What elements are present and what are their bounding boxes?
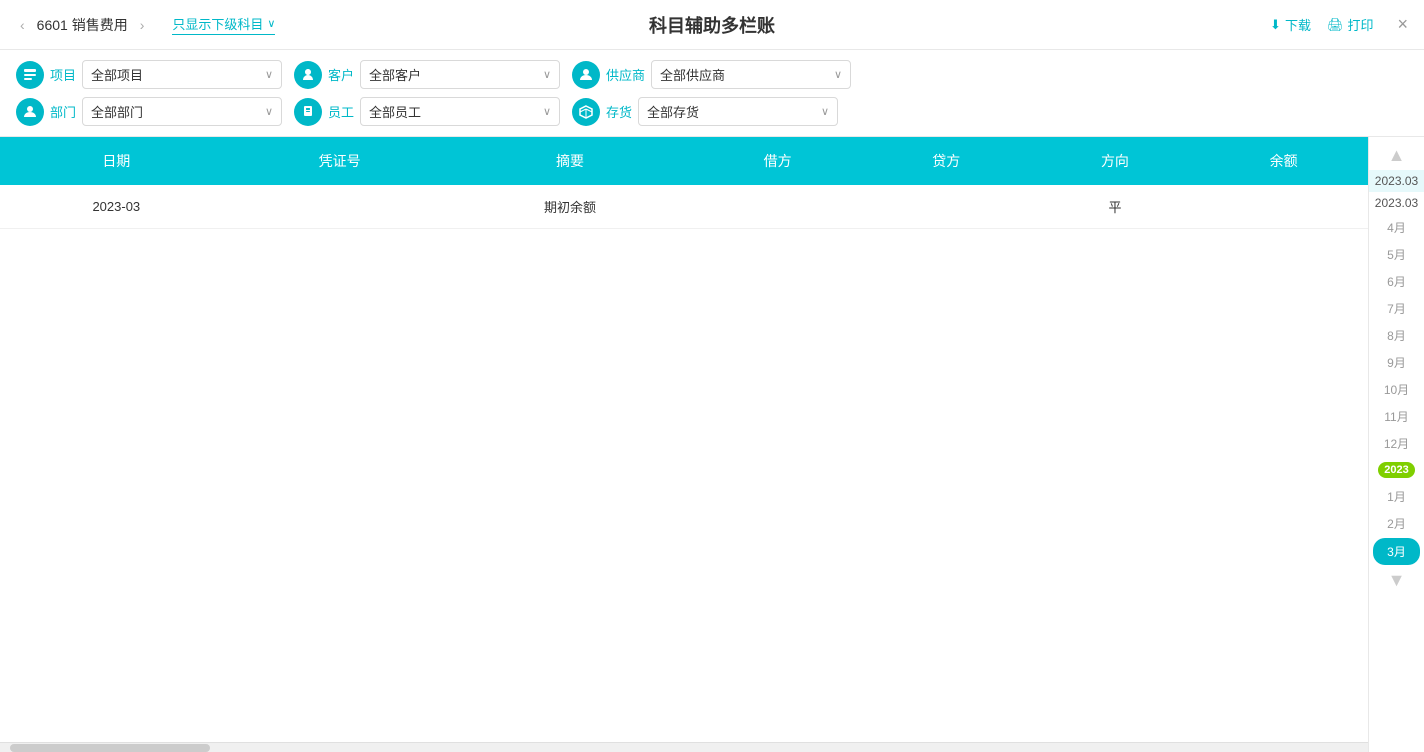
cell-balance xyxy=(1199,185,1368,229)
timeline-month-6[interactable]: 6月 xyxy=(1369,268,1424,295)
title-bar-right: ⬇ 下载 🖨 打印 × xyxy=(1270,14,1408,35)
col-credit: 贷方 xyxy=(862,137,1031,185)
filter-item-supplier: 供应商 全部供应商 ∨ xyxy=(572,60,851,89)
filter-item-customer: 客户 全部客户 ∨ xyxy=(294,60,560,89)
horizontal-scrollbar[interactable] xyxy=(0,742,1368,752)
period-label-2[interactable]: 2023.03 xyxy=(1369,192,1424,214)
filter-item-employee: 员工 全部员工 ∨ xyxy=(294,97,560,126)
timeline-month-7[interactable]: 7月 xyxy=(1369,295,1424,322)
show-sub-label: 只显示下级科目 xyxy=(172,14,263,33)
print-icon: 🖨 xyxy=(1327,17,1344,33)
timeline-sidebar: ▲ 2023.03 2023.03 4月 5月 6月 7月 8月 9月 10月 … xyxy=(1368,137,1424,752)
download-button[interactable]: ⬇ 下载 xyxy=(1270,15,1311,34)
scrollbar-thumb[interactable] xyxy=(10,744,210,752)
inventory-chevron-icon: ∨ xyxy=(821,105,829,118)
data-table: 日期 凭证号 摘要 借方 贷方 方向 余额 2023-03 xyxy=(0,137,1368,229)
year-badge: 2023 xyxy=(1378,462,1414,478)
inventory-value: 全部存货 xyxy=(647,102,699,121)
print-button[interactable]: 🖨 打印 xyxy=(1327,15,1374,34)
table-row: 2023-03 期初余额 平 xyxy=(0,185,1368,229)
col-direction: 方向 xyxy=(1031,137,1200,185)
supplier-value: 全部供应商 xyxy=(660,65,725,84)
main-window: ‹ 6601 销售费用 › 只显示下级科目 ∨ 科目辅助多栏账 ⬇ 下载 🖨 打… xyxy=(0,0,1424,752)
timeline-month-10[interactable]: 10月 xyxy=(1369,376,1424,403)
cell-date: 2023-03 xyxy=(0,185,233,229)
timeline-month-5[interactable]: 5月 xyxy=(1369,241,1424,268)
filter-row-2: 部门 全部部门 ∨ 员工 全部员工 ∨ xyxy=(16,97,1408,126)
employee-value: 全部员工 xyxy=(369,102,421,121)
filter-item-project: 项目 全部项目 ∨ xyxy=(16,60,282,89)
col-summary: 摘要 xyxy=(447,137,694,185)
employee-icon xyxy=(294,98,322,126)
filter-item-department: 部门 全部部门 ∨ xyxy=(16,97,282,126)
project-chevron-icon: ∨ xyxy=(265,68,273,81)
employee-label: 员工 xyxy=(328,102,354,121)
timeline-down-button[interactable]: ▼ xyxy=(1369,566,1424,595)
cell-voucher xyxy=(233,185,447,229)
inventory-select[interactable]: 全部存货 ∨ xyxy=(638,97,838,126)
supplier-label: 供应商 xyxy=(606,65,645,84)
timeline-month-2[interactable]: 2月 xyxy=(1369,510,1424,537)
cell-credit xyxy=(862,185,1031,229)
inventory-label: 存货 xyxy=(606,102,632,121)
show-sub-button[interactable]: 只显示下级科目 ∨ xyxy=(172,14,275,35)
timeline-month-9[interactable]: 9月 xyxy=(1369,349,1424,376)
timeline-up-button[interactable]: ▲ xyxy=(1369,141,1424,170)
supplier-icon xyxy=(572,61,600,89)
supplier-chevron-icon: ∨ xyxy=(834,68,842,81)
page-title: 科目辅助多栏账 xyxy=(649,12,775,38)
inventory-icon xyxy=(572,98,600,126)
customer-value: 全部客户 xyxy=(369,65,421,84)
col-voucher: 凭证号 xyxy=(233,137,447,185)
cell-summary: 期初余额 xyxy=(447,185,694,229)
timeline-month-11[interactable]: 11月 xyxy=(1369,403,1424,430)
cell-direction: 平 xyxy=(1031,185,1200,229)
timeline-month-3[interactable]: 3月 xyxy=(1373,538,1420,565)
col-balance: 余额 xyxy=(1199,137,1368,185)
download-label: 下载 xyxy=(1285,15,1311,34)
project-icon xyxy=(16,61,44,89)
download-icon: ⬇ xyxy=(1270,17,1281,33)
employee-select[interactable]: 全部员工 ∨ xyxy=(360,97,560,126)
timeline-month-12[interactable]: 12月 xyxy=(1369,430,1424,457)
timeline-month-1[interactable]: 1月 xyxy=(1369,483,1424,510)
filter-item-inventory: 存货 全部存货 ∨ xyxy=(572,97,838,126)
supplier-select[interactable]: 全部供应商 ∨ xyxy=(651,60,851,89)
customer-label: 客户 xyxy=(328,65,354,84)
filter-area: 项目 全部项目 ∨ 客户 全部客户 ∨ xyxy=(0,50,1424,137)
account-code-label: 6601 销售费用 xyxy=(37,15,128,35)
project-select[interactable]: 全部项目 ∨ xyxy=(82,60,282,89)
customer-icon xyxy=(294,61,322,89)
col-date: 日期 xyxy=(0,137,233,185)
employee-chevron-icon: ∨ xyxy=(543,105,551,118)
nav-prev-button[interactable]: ‹ xyxy=(16,15,29,35)
table-header-row: 日期 凭证号 摘要 借方 贷方 方向 余额 xyxy=(0,137,1368,185)
period-label-1[interactable]: 2023.03 xyxy=(1369,170,1424,192)
filter-row-1: 项目 全部项目 ∨ 客户 全部客户 ∨ xyxy=(16,60,1408,89)
timeline-month-8[interactable]: 8月 xyxy=(1369,322,1424,349)
department-value: 全部部门 xyxy=(91,102,143,121)
print-label: 打印 xyxy=(1347,15,1373,34)
cell-debit xyxy=(693,185,862,229)
customer-chevron-icon: ∨ xyxy=(543,68,551,81)
col-debit: 借方 xyxy=(693,137,862,185)
project-label: 项目 xyxy=(50,65,76,84)
title-bar: ‹ 6601 销售费用 › 只显示下级科目 ∨ 科目辅助多栏账 ⬇ 下载 🖨 打… xyxy=(0,0,1424,50)
show-sub-arrow-icon: ∨ xyxy=(267,17,275,30)
main-content: 日期 凭证号 摘要 借方 贷方 方向 余额 2023-03 xyxy=(0,137,1424,752)
department-label: 部门 xyxy=(50,102,76,121)
title-bar-left: ‹ 6601 销售费用 › 只显示下级科目 ∨ xyxy=(16,14,275,35)
project-value: 全部项目 xyxy=(91,65,143,84)
department-icon xyxy=(16,98,44,126)
department-select[interactable]: 全部部门 ∨ xyxy=(82,97,282,126)
table-container[interactable]: 日期 凭证号 摘要 借方 贷方 方向 余额 2023-03 xyxy=(0,137,1368,742)
close-button[interactable]: × xyxy=(1397,14,1408,35)
customer-select[interactable]: 全部客户 ∨ xyxy=(360,60,560,89)
nav-next-button[interactable]: › xyxy=(136,15,149,35)
department-chevron-icon: ∨ xyxy=(265,105,273,118)
timeline-month-4[interactable]: 4月 xyxy=(1369,214,1424,241)
